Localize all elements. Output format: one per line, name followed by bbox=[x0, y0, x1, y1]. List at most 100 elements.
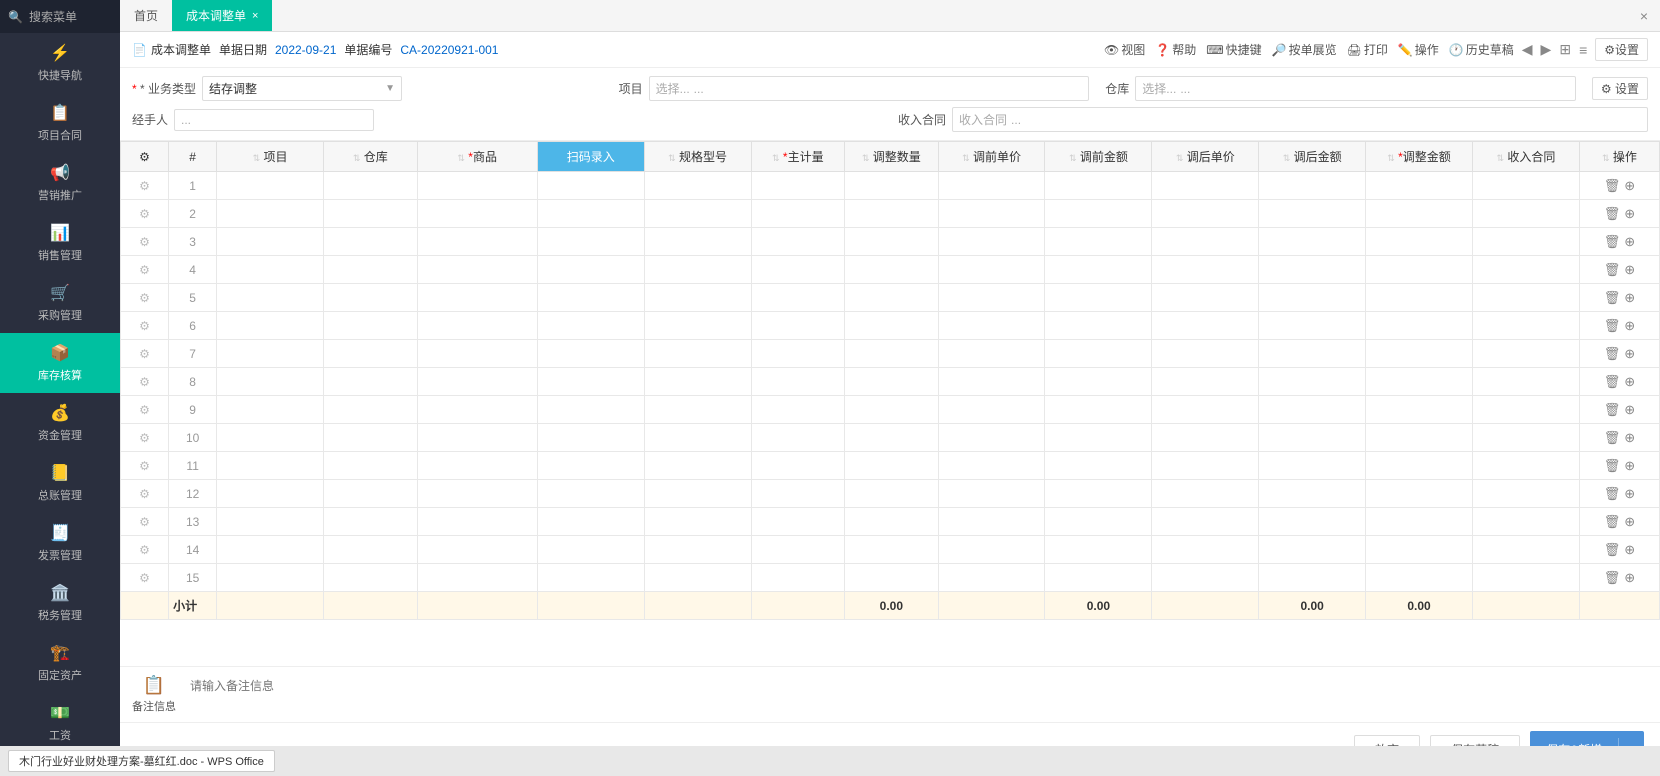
cell-spec-1[interactable] bbox=[644, 172, 751, 200]
cell-warehouse-15[interactable] bbox=[324, 564, 418, 592]
cell-actions-5[interactable]: 🗑⊕ bbox=[1579, 284, 1659, 312]
cell-gear-9[interactable]: ⚙ bbox=[121, 396, 169, 424]
cell-scan-7[interactable] bbox=[537, 340, 644, 368]
toolbar-action-6[interactable]: 🕐历史草稿 bbox=[1449, 41, 1514, 58]
cell-warehouse-9[interactable] bbox=[324, 396, 418, 424]
cell-pre_price-11[interactable] bbox=[938, 452, 1045, 480]
cell-post_amt-9[interactable] bbox=[1259, 396, 1366, 424]
cell-post_amt-12[interactable] bbox=[1259, 480, 1366, 508]
cell-unit-10[interactable] bbox=[751, 424, 845, 452]
cell-unit-8[interactable] bbox=[751, 368, 845, 396]
cell-post_price-1[interactable] bbox=[1152, 172, 1259, 200]
cell-post_amt-8[interactable] bbox=[1259, 368, 1366, 396]
cell-pre_price-10[interactable] bbox=[938, 424, 1045, 452]
cell-post_price-12[interactable] bbox=[1152, 480, 1259, 508]
cell-goods-8[interactable] bbox=[417, 368, 537, 396]
cell-spec-6[interactable] bbox=[644, 312, 751, 340]
project-input[interactable]: 选择... ... bbox=[649, 76, 1090, 101]
cell-project-15[interactable] bbox=[217, 564, 324, 592]
cell-post_amt-5[interactable] bbox=[1259, 284, 1366, 312]
cell-pre_price-1[interactable] bbox=[938, 172, 1045, 200]
cell-post_price-4[interactable] bbox=[1152, 256, 1259, 284]
sidebar-item-ledger[interactable]: 📒总账管理 bbox=[0, 453, 120, 513]
cell-scan-8[interactable] bbox=[537, 368, 644, 396]
delete-icon[interactable]: 🗑 bbox=[1604, 542, 1621, 558]
cell-scan-15[interactable] bbox=[537, 564, 644, 592]
table-row[interactable]: ⚙9🗑⊕ bbox=[121, 396, 1660, 424]
cell-pre_amt-13[interactable] bbox=[1045, 508, 1152, 536]
cell-actions-12[interactable]: 🗑⊕ bbox=[1579, 480, 1659, 508]
cell-unit-6[interactable] bbox=[751, 312, 845, 340]
taskbar-item[interactable]: 木门行业好业财处理方案-墓红红.doc - WPS Office bbox=[8, 750, 275, 772]
cell-num-5[interactable]: 5 bbox=[169, 284, 217, 312]
cell-scan-1[interactable] bbox=[537, 172, 644, 200]
sidebar-item-inventory[interactable]: 📦库存核算 bbox=[0, 333, 120, 393]
toolbar-action-3[interactable]: 🔎按单展览 bbox=[1272, 41, 1337, 58]
cell-scan-13[interactable] bbox=[537, 508, 644, 536]
cell-project-12[interactable] bbox=[217, 480, 324, 508]
cell-project-14[interactable] bbox=[217, 536, 324, 564]
cell-scan-11[interactable] bbox=[537, 452, 644, 480]
cell-income_contract-8[interactable] bbox=[1472, 368, 1579, 396]
cell-pre_price-15[interactable] bbox=[938, 564, 1045, 592]
cell-unit-3[interactable] bbox=[751, 228, 845, 256]
copy-icon[interactable]: ⊕ bbox=[1624, 290, 1635, 306]
cell-project-1[interactable] bbox=[217, 172, 324, 200]
settings-button[interactable]: ⚙设置 bbox=[1595, 38, 1648, 61]
copy-icon[interactable]: ⊕ bbox=[1624, 178, 1635, 194]
cell-scan-2[interactable] bbox=[537, 200, 644, 228]
table-row[interactable]: ⚙2🗑⊕ bbox=[121, 200, 1660, 228]
cell-spec-15[interactable] bbox=[644, 564, 751, 592]
tab-0[interactable]: 首页 bbox=[120, 0, 172, 31]
cell-actions-10[interactable]: 🗑⊕ bbox=[1579, 424, 1659, 452]
cell-adj_qty-12[interactable] bbox=[845, 480, 939, 508]
cell-pre_amt-2[interactable] bbox=[1045, 200, 1152, 228]
cell-pre_amt-12[interactable] bbox=[1045, 480, 1152, 508]
copy-icon[interactable]: ⊕ bbox=[1624, 318, 1635, 334]
cell-post_price-6[interactable] bbox=[1152, 312, 1259, 340]
cell-post_amt-6[interactable] bbox=[1259, 312, 1366, 340]
cell-gear-3[interactable]: ⚙ bbox=[121, 228, 169, 256]
cell-income_contract-13[interactable] bbox=[1472, 508, 1579, 536]
cell-adj_qty-9[interactable] bbox=[845, 396, 939, 424]
delete-icon[interactable]: 🗑 bbox=[1604, 318, 1621, 334]
cell-post_price-11[interactable] bbox=[1152, 452, 1259, 480]
cell-post_amt-7[interactable] bbox=[1259, 340, 1366, 368]
cell-pre_amt-9[interactable] bbox=[1045, 396, 1152, 424]
cell-actions-1[interactable]: 🗑⊕ bbox=[1579, 172, 1659, 200]
cell-goods-5[interactable] bbox=[417, 284, 537, 312]
copy-icon[interactable]: ⊕ bbox=[1624, 374, 1635, 390]
cell-unit-11[interactable] bbox=[751, 452, 845, 480]
cell-actions-9[interactable]: 🗑⊕ bbox=[1579, 396, 1659, 424]
cell-post_amt-10[interactable] bbox=[1259, 424, 1366, 452]
warehouse-input[interactable]: 选择... ... bbox=[1135, 76, 1576, 101]
cell-project-4[interactable] bbox=[217, 256, 324, 284]
toolbar-action-2[interactable]: ⌨快捷键 bbox=[1206, 41, 1261, 58]
cell-gear-14[interactable]: ⚙ bbox=[121, 536, 169, 564]
cell-pre_price-3[interactable] bbox=[938, 228, 1045, 256]
cell-income_contract-10[interactable] bbox=[1472, 424, 1579, 452]
cell-num-14[interactable]: 14 bbox=[169, 536, 217, 564]
sidebar-item-finance[interactable]: 💰资金管理 bbox=[0, 393, 120, 453]
cell-adj_qty-15[interactable] bbox=[845, 564, 939, 592]
cell-gear-7[interactable]: ⚙ bbox=[121, 340, 169, 368]
cell-spec-13[interactable] bbox=[644, 508, 751, 536]
cell-pre_price-6[interactable] bbox=[938, 312, 1045, 340]
table-row[interactable]: ⚙12🗑⊕ bbox=[121, 480, 1660, 508]
cell-gear-12[interactable]: ⚙ bbox=[121, 480, 169, 508]
cell-post_amt-11[interactable] bbox=[1259, 452, 1366, 480]
cell-goods-2[interactable] bbox=[417, 200, 537, 228]
cell-post_amt-3[interactable] bbox=[1259, 228, 1366, 256]
table-row[interactable]: ⚙4🗑⊕ bbox=[121, 256, 1660, 284]
tab-1[interactable]: 成本调整单× bbox=[172, 0, 272, 31]
cell-gear-8[interactable]: ⚙ bbox=[121, 368, 169, 396]
cell-scan-4[interactable] bbox=[537, 256, 644, 284]
cell-post_amt-4[interactable] bbox=[1259, 256, 1366, 284]
cell-goods-14[interactable] bbox=[417, 536, 537, 564]
cell-pre_amt-1[interactable] bbox=[1045, 172, 1152, 200]
table-row[interactable]: ⚙5🗑⊕ bbox=[121, 284, 1660, 312]
cell-spec-3[interactable] bbox=[644, 228, 751, 256]
cell-pre_price-8[interactable] bbox=[938, 368, 1045, 396]
table-row[interactable]: ⚙3🗑⊕ bbox=[121, 228, 1660, 256]
cell-project-9[interactable] bbox=[217, 396, 324, 424]
